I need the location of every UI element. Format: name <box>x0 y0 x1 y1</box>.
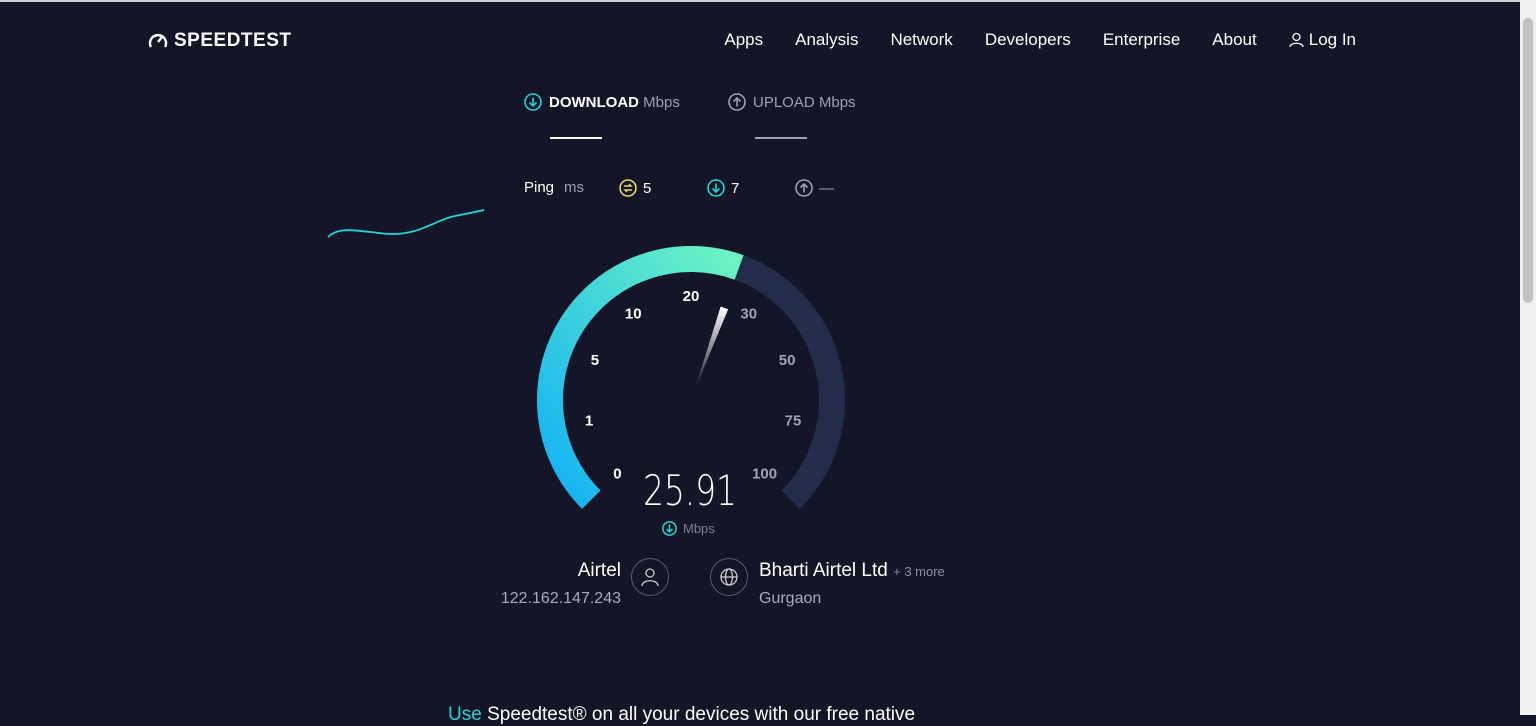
login-label: Log In <box>1308 30 1356 49</box>
download-icon <box>707 179 725 197</box>
ping-idle: 5 <box>619 179 651 197</box>
gauge-tick-label: 50 <box>779 352 796 369</box>
window-border <box>0 0 1520 2</box>
nav-enterprise[interactable]: Enterprise <box>1103 30 1180 50</box>
download-icon <box>662 521 677 536</box>
upload-unit: Mbps <box>818 93 856 111</box>
ping-upload: — <box>795 179 834 197</box>
brand-name: SPEEDTEST <box>174 30 292 51</box>
upload-label: UPLOAD <box>753 93 815 111</box>
ping-idle-value: 5 <box>643 179 652 197</box>
speedtest-logo[interactable]: SPEEDTEST <box>148 30 291 52</box>
server-globe-button[interactable] <box>710 558 748 596</box>
ping-idle-icon <box>619 179 637 197</box>
nav-apps[interactable]: Apps <box>724 30 763 50</box>
apps-promo-text: Use Speedtest® on all your devices with … <box>448 704 915 726</box>
tab-download[interactable]: DOWNLOAD Mbps <box>524 93 680 111</box>
server-location: Gurgaon <box>759 590 822 607</box>
upload-underline <box>755 137 807 139</box>
speed-unit: Mbps <box>662 521 715 536</box>
user-icon <box>1289 32 1304 48</box>
download-underline <box>550 137 602 139</box>
gauge-tick-label: 1 <box>585 412 593 429</box>
ping-label: Ping ms <box>524 179 584 196</box>
ip-address: 122.162.147.243 <box>500 590 621 607</box>
isp-name: Airtel <box>577 560 621 581</box>
login-link[interactable]: Log In <box>1289 30 1356 50</box>
speedometer-icon <box>148 34 168 48</box>
gauge-tick-label: 20 <box>683 288 700 305</box>
gauge-tick-label: 30 <box>740 306 757 323</box>
scrollbar-thumb[interactable] <box>1523 18 1533 303</box>
gauge-needle <box>694 306 729 391</box>
download-unit: Mbps <box>643 93 680 111</box>
ping-unit: ms <box>564 179 585 196</box>
upload-icon <box>728 93 746 111</box>
ping-upload-value: — <box>819 179 834 197</box>
speed-value: 25.91 <box>643 466 737 515</box>
ping-download: 7 <box>707 179 739 197</box>
nav-analysis[interactable]: Analysis <box>795 30 858 50</box>
gauge-tick-label: 10 <box>625 306 642 323</box>
speed-graph-line <box>327 209 485 238</box>
gauge-tick-label: 5 <box>591 352 599 369</box>
nav-developers[interactable]: Developers <box>985 30 1071 50</box>
user-icon <box>641 568 659 587</box>
scrollbar[interactable] <box>1520 0 1536 715</box>
server-name: Bharti Airtel Ltd <box>759 560 888 581</box>
download-label: DOWNLOAD <box>549 93 639 111</box>
globe-icon <box>720 568 738 586</box>
main-nav: Apps Analysis Network Developers Enterpr… <box>724 30 1356 50</box>
gauge-tick-label: 75 <box>785 412 802 429</box>
nav-network[interactable]: Network <box>890 30 952 50</box>
ping-download-value: 7 <box>731 179 740 197</box>
tab-upload[interactable]: UPLOAD Mbps <box>728 93 856 111</box>
ping-text: Ping <box>524 179 555 196</box>
speed-unit-label: Mbps <box>683 521 715 536</box>
user-icon-button[interactable] <box>631 558 669 596</box>
server-info: Bharti Airtel Ltd + 3 more <box>759 560 945 582</box>
upload-icon <box>795 179 813 197</box>
nav-about[interactable]: About <box>1212 30 1256 50</box>
download-icon <box>524 93 542 111</box>
more-servers-link[interactable]: + 3 more <box>893 564 945 579</box>
gauge-fill <box>537 246 744 509</box>
